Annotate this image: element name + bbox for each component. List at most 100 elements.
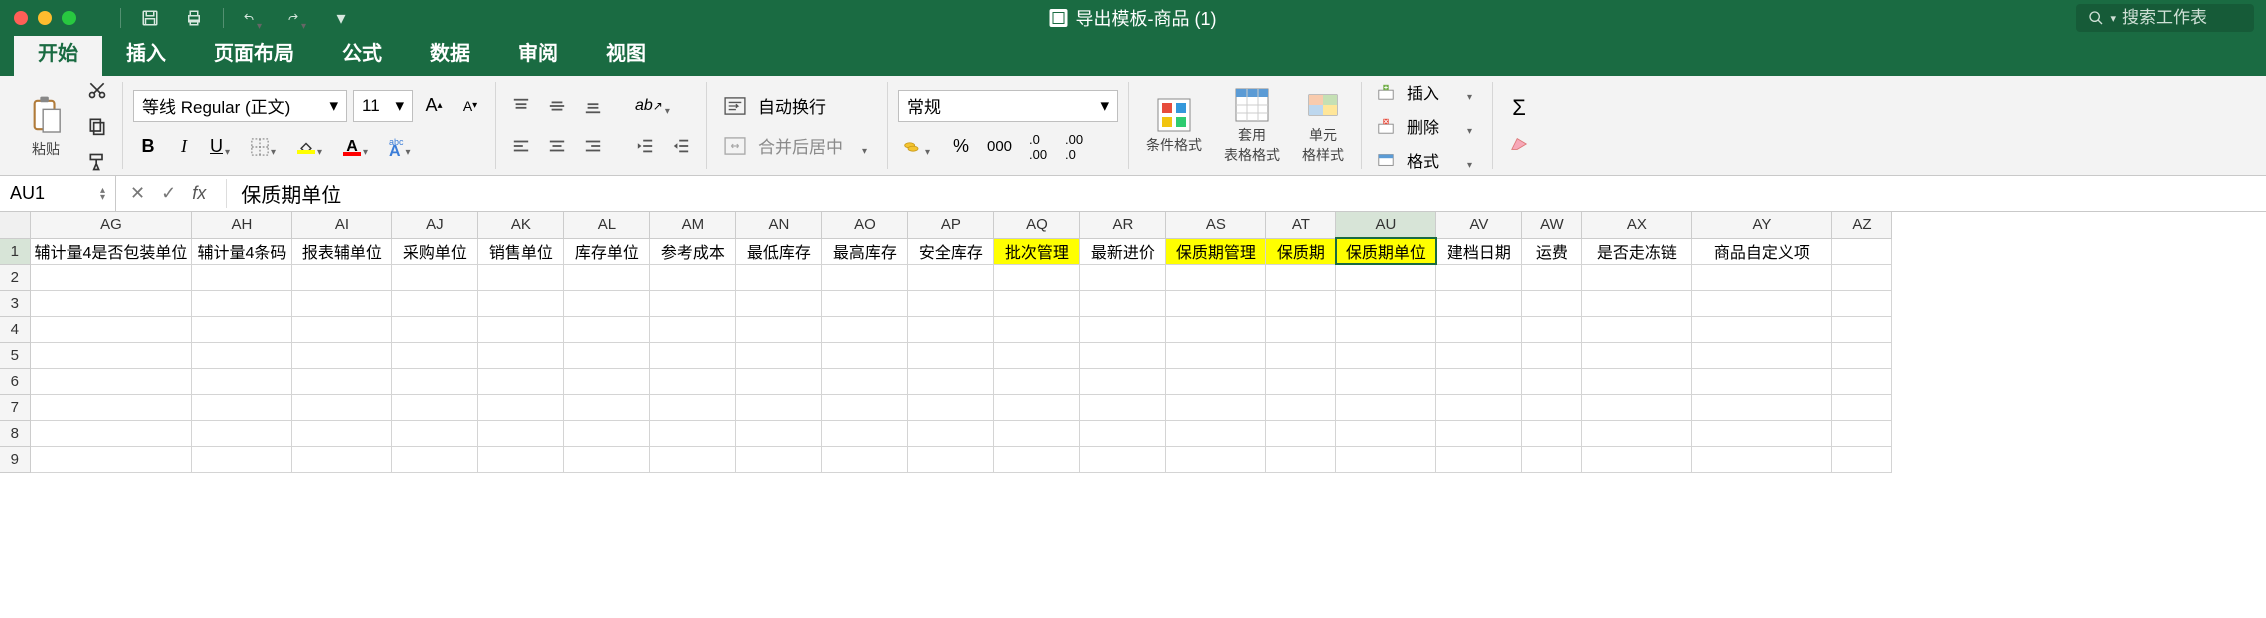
copy-button[interactable] bbox=[82, 111, 112, 141]
cell-AH2[interactable] bbox=[192, 264, 292, 290]
cell-AS8[interactable] bbox=[1166, 420, 1266, 446]
cell-AR4[interactable] bbox=[1080, 316, 1166, 342]
column-header-AR[interactable]: AR bbox=[1080, 212, 1166, 238]
minimize-window-button[interactable] bbox=[38, 11, 52, 25]
cell-AH8[interactable] bbox=[192, 420, 292, 446]
column-header-AP[interactable]: AP bbox=[908, 212, 994, 238]
cell-AP4[interactable] bbox=[908, 316, 994, 342]
cell-AO1[interactable]: 最高库存 bbox=[822, 238, 908, 264]
column-header-AO[interactable]: AO bbox=[822, 212, 908, 238]
cell-AT9[interactable] bbox=[1266, 446, 1336, 472]
cell-AG2[interactable] bbox=[30, 264, 192, 290]
cell-AK9[interactable] bbox=[478, 446, 564, 472]
cell-AP2[interactable] bbox=[908, 264, 994, 290]
cell-AP3[interactable] bbox=[908, 290, 994, 316]
cell-AL1[interactable]: 库存单位 bbox=[564, 238, 650, 264]
column-header-AN[interactable]: AN bbox=[736, 212, 822, 238]
select-all-corner[interactable] bbox=[0, 212, 30, 238]
cell-AK4[interactable] bbox=[478, 316, 564, 342]
cell-AM1[interactable]: 参考成本 bbox=[650, 238, 736, 264]
cell-AR7[interactable] bbox=[1080, 394, 1166, 420]
cell-AR8[interactable] bbox=[1080, 420, 1166, 446]
font-color-button[interactable]: A bbox=[338, 132, 378, 162]
cell-AW4[interactable] bbox=[1522, 316, 1582, 342]
cell-AS4[interactable] bbox=[1166, 316, 1266, 342]
cell-AH4[interactable] bbox=[192, 316, 292, 342]
cell-AW2[interactable] bbox=[1522, 264, 1582, 290]
cell-AP8[interactable] bbox=[908, 420, 994, 446]
cell-AR5[interactable] bbox=[1080, 342, 1166, 368]
cell-AT8[interactable] bbox=[1266, 420, 1336, 446]
row-header-6[interactable]: 6 bbox=[0, 368, 30, 394]
cell-AX4[interactable] bbox=[1582, 316, 1692, 342]
cell-AU5[interactable] bbox=[1336, 342, 1436, 368]
cell-AY6[interactable] bbox=[1692, 368, 1832, 394]
cell-AX5[interactable] bbox=[1582, 342, 1692, 368]
search-sheet[interactable]: ▾ bbox=[2076, 4, 2254, 32]
cell-AZ7[interactable] bbox=[1832, 394, 1892, 420]
cell-AZ3[interactable] bbox=[1832, 290, 1892, 316]
cell-AQ1[interactable]: 批次管理 bbox=[994, 238, 1080, 264]
column-header-AZ[interactable]: AZ bbox=[1832, 212, 1892, 238]
cell-AL4[interactable] bbox=[564, 316, 650, 342]
accept-formula-icon[interactable]: ✓ bbox=[161, 183, 176, 204]
cell-AU6[interactable] bbox=[1336, 368, 1436, 394]
formula-value[interactable]: 保质期单位 bbox=[226, 179, 341, 208]
cell-AI4[interactable] bbox=[292, 316, 392, 342]
cell-AH6[interactable] bbox=[192, 368, 292, 394]
spreadsheet-grid[interactable]: AGAHAIAJAKALAMANAOAPAQARASATAUAVAWAXAYAZ… bbox=[0, 212, 2266, 473]
cell-AK6[interactable] bbox=[478, 368, 564, 394]
cell-AV7[interactable] bbox=[1436, 394, 1522, 420]
cell-AL5[interactable] bbox=[564, 342, 650, 368]
cell-AN6[interactable] bbox=[736, 368, 822, 394]
column-header-AW[interactable]: AW bbox=[1522, 212, 1582, 238]
cell-AI8[interactable] bbox=[292, 420, 392, 446]
name-box[interactable]: AU1 ▴▾ bbox=[0, 176, 116, 211]
cell-AZ9[interactable] bbox=[1832, 446, 1892, 472]
row-header-8[interactable]: 8 bbox=[0, 420, 30, 446]
decrease-font-button[interactable]: A▾ bbox=[455, 91, 485, 121]
decrease-indent-button[interactable] bbox=[630, 131, 660, 161]
cell-AH9[interactable] bbox=[192, 446, 292, 472]
cell-AI7[interactable] bbox=[292, 394, 392, 420]
column-header-AL[interactable]: AL bbox=[564, 212, 650, 238]
cell-AW6[interactable] bbox=[1522, 368, 1582, 394]
cell-AK5[interactable] bbox=[478, 342, 564, 368]
bold-button[interactable]: B bbox=[133, 132, 163, 162]
cell-AG9[interactable] bbox=[30, 446, 192, 472]
cell-AG6[interactable] bbox=[30, 368, 192, 394]
cell-AV3[interactable] bbox=[1436, 290, 1522, 316]
close-window-button[interactable] bbox=[14, 11, 28, 25]
cell-AN8[interactable] bbox=[736, 420, 822, 446]
cell-AS7[interactable] bbox=[1166, 394, 1266, 420]
cell-AY3[interactable] bbox=[1692, 290, 1832, 316]
cell-AM7[interactable] bbox=[650, 394, 736, 420]
cell-AM9[interactable] bbox=[650, 446, 736, 472]
column-header-AI[interactable]: AI bbox=[292, 212, 392, 238]
cell-AJ6[interactable] bbox=[392, 368, 478, 394]
cell-AR6[interactable] bbox=[1080, 368, 1166, 394]
cell-AM2[interactable] bbox=[650, 264, 736, 290]
row-header-4[interactable]: 4 bbox=[0, 316, 30, 342]
cell-AR1[interactable]: 最新进价 bbox=[1080, 238, 1166, 264]
cell-AU9[interactable] bbox=[1336, 446, 1436, 472]
save-icon[interactable] bbox=[135, 7, 165, 29]
cell-AJ1[interactable]: 采购单位 bbox=[392, 238, 478, 264]
cell-AN7[interactable] bbox=[736, 394, 822, 420]
cell-AK8[interactable] bbox=[478, 420, 564, 446]
cell-AI5[interactable] bbox=[292, 342, 392, 368]
cell-AG4[interactable] bbox=[30, 316, 192, 342]
align-top-button[interactable] bbox=[506, 91, 536, 121]
tab-公式[interactable]: 公式 bbox=[318, 29, 406, 76]
column-header-AQ[interactable]: AQ bbox=[994, 212, 1080, 238]
cell-AS3[interactable] bbox=[1166, 290, 1266, 316]
cell-AQ7[interactable] bbox=[994, 394, 1080, 420]
cell-AU4[interactable] bbox=[1336, 316, 1436, 342]
cell-AL8[interactable] bbox=[564, 420, 650, 446]
align-right-button[interactable] bbox=[578, 131, 608, 161]
column-header-AH[interactable]: AH bbox=[192, 212, 292, 238]
cell-AT4[interactable] bbox=[1266, 316, 1336, 342]
cell-AG8[interactable] bbox=[30, 420, 192, 446]
cell-AS1[interactable]: 保质期管理 bbox=[1166, 238, 1266, 264]
cell-AZ4[interactable] bbox=[1832, 316, 1892, 342]
